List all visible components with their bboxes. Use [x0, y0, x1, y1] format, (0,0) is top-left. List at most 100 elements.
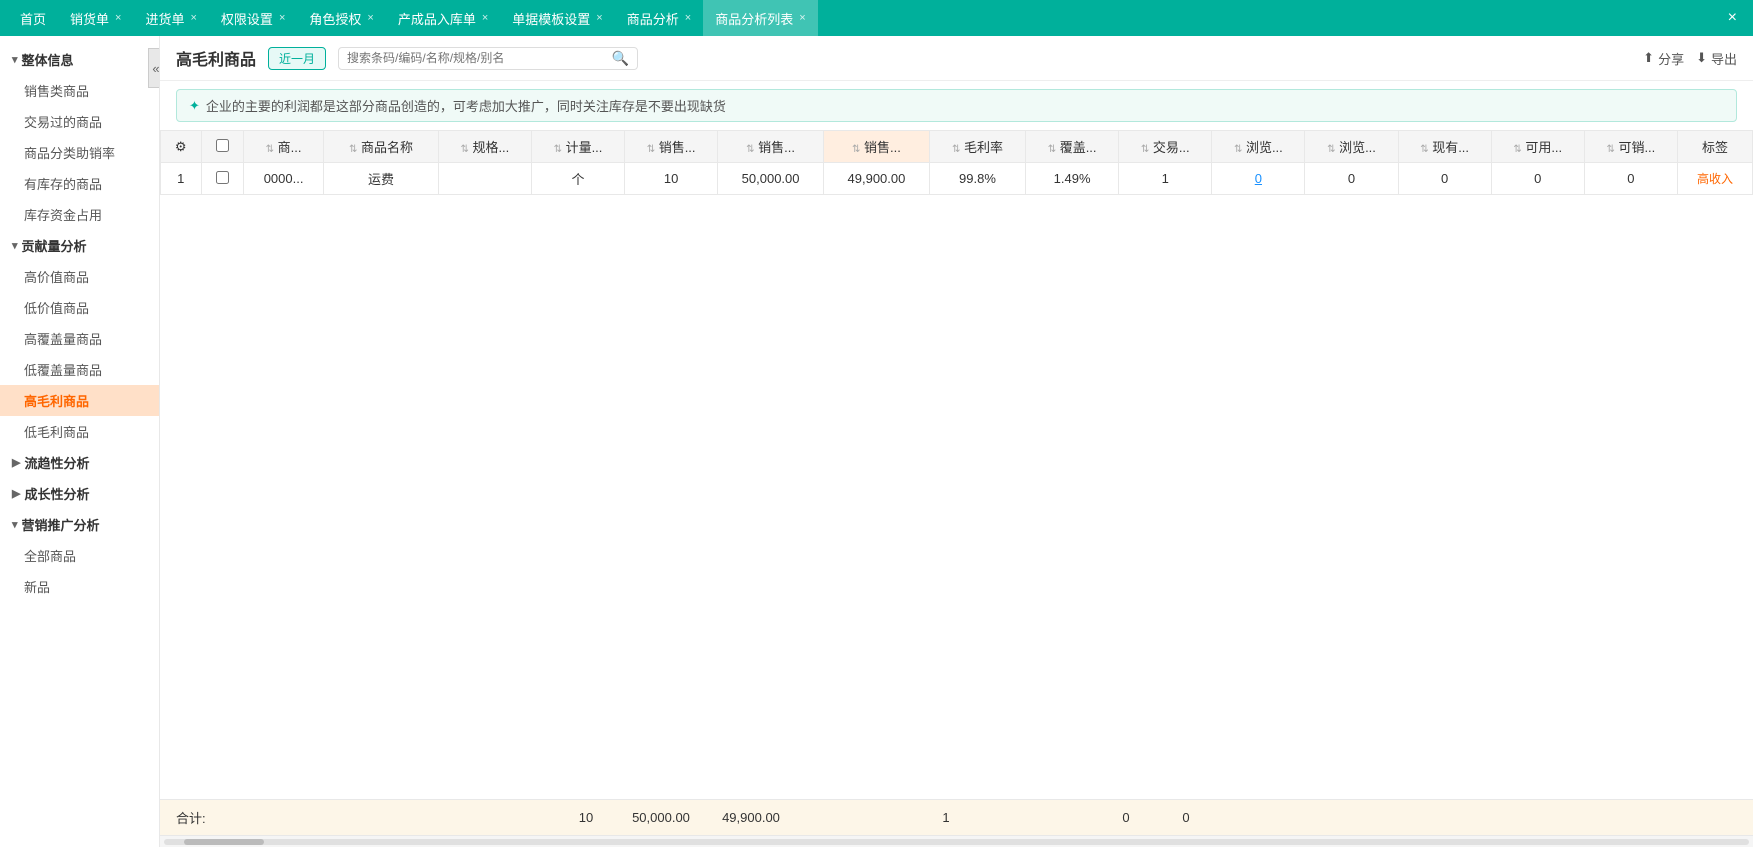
- col-browse2[interactable]: ⇅ 浏览...: [1305, 131, 1398, 163]
- share-button[interactable]: ⬆ 分享: [1643, 49, 1684, 68]
- cell-sellable-stock: 0: [1584, 163, 1677, 195]
- col-current-stock[interactable]: ⇅ 现有...: [1398, 131, 1491, 163]
- arrow-icon-2: ▾: [12, 239, 18, 252]
- nav-tab-template[interactable]: 单据模板设置 ×: [500, 0, 614, 36]
- sidebar-item-low-coverage[interactable]: 低覆盖量商品: [0, 354, 159, 385]
- data-table: ⚙ ⇅ 商... ⇅ 商品名称 ⇅ 规格... ⇅ 计量... ⇅ 销售... …: [160, 130, 1753, 195]
- sidebar-item-all-goods[interactable]: 全部商品: [0, 540, 159, 571]
- close-analysis-list-tab[interactable]: ×: [799, 12, 805, 24]
- main-layout: ▾ 整体信息 销售类商品 交易过的商品 商品分类助销率 有库存的商品 库存资金占…: [0, 36, 1753, 847]
- footer-trade: 1: [916, 810, 976, 825]
- footer-spacer5: [496, 810, 556, 825]
- horizontal-scrollbar[interactable]: [160, 835, 1753, 847]
- time-filter-button[interactable]: 近一月: [268, 47, 326, 70]
- cell-spec: [438, 163, 531, 195]
- cell-sales-amount: 50,000.00: [718, 163, 824, 195]
- sidebar-item-in-stock[interactable]: 有库存的商品: [0, 168, 159, 199]
- scrollbar-thumb[interactable]: [184, 839, 264, 845]
- sidebar-item-low-value[interactable]: 低价值商品: [0, 292, 159, 323]
- footer-spacer6: [796, 810, 856, 825]
- col-checkbox[interactable]: [201, 131, 243, 163]
- cell-browse1[interactable]: 0: [1212, 163, 1305, 195]
- sidebar-group-growth[interactable]: ▶ 成长性分析: [0, 478, 159, 509]
- sidebar-group-marketing[interactable]: ▾ 营销推广分析: [0, 509, 159, 540]
- col-sales-qty[interactable]: ⇅ 销售...: [625, 131, 718, 163]
- row-checkbox[interactable]: [216, 171, 229, 184]
- nav-tab-sales[interactable]: 销货单 ×: [58, 0, 133, 36]
- close-roles-tab[interactable]: ×: [367, 12, 373, 24]
- col-spec[interactable]: ⇅ 规格...: [438, 131, 531, 163]
- sidebar-item-new-goods[interactable]: 新品: [0, 571, 159, 602]
- footer-spacer1: [236, 810, 276, 825]
- sidebar-item-category-rate[interactable]: 商品分类助销率: [0, 137, 159, 168]
- cell-name: 运费: [324, 163, 439, 195]
- cell-checkbox[interactable]: [201, 163, 243, 195]
- search-icon[interactable]: 🔍: [612, 50, 629, 67]
- cell-index: 1: [161, 163, 202, 195]
- sidebar-item-sales-goods[interactable]: 销售类商品: [0, 75, 159, 106]
- col-gross-margin[interactable]: ⇅ 毛利率: [929, 131, 1025, 163]
- nav-tab-purchase[interactable]: 进货单 ×: [133, 0, 208, 36]
- close-inbound-tab[interactable]: ×: [482, 12, 488, 24]
- nav-tab-roles[interactable]: 角色授权 ×: [297, 0, 385, 36]
- page-title: 高毛利商品: [176, 46, 256, 70]
- footer-spacer4: [436, 810, 496, 825]
- data-table-container[interactable]: ⚙ ⇅ 商... ⇅ 商品名称 ⇅ 规格... ⇅ 计量... ⇅ 销售... …: [160, 130, 1753, 799]
- sidebar-group-overview[interactable]: ▾ 整体信息: [0, 44, 159, 75]
- sidebar-item-low-margin[interactable]: 低毛利商品: [0, 416, 159, 447]
- close-sales-tab[interactable]: ×: [115, 12, 121, 24]
- sidebar-item-stock-capital[interactable]: 库存资金占用: [0, 199, 159, 230]
- cell-code[interactable]: 0000...: [243, 163, 323, 195]
- col-available-stock[interactable]: ⇅ 可用...: [1491, 131, 1584, 163]
- col-sales-cost[interactable]: ⇅ 销售...: [824, 131, 930, 163]
- footer-sales-qty: 10: [556, 810, 616, 825]
- arrow-icon-4: ▶: [12, 487, 20, 500]
- window-close-button[interactable]: ×: [1720, 9, 1745, 27]
- scrollbar-track[interactable]: [164, 839, 1749, 845]
- col-settings[interactable]: ⚙: [161, 131, 202, 163]
- export-icon: ⬇: [1696, 50, 1707, 66]
- close-purchase-tab[interactable]: ×: [190, 12, 196, 24]
- col-sales-amount[interactable]: ⇅ 销售...: [718, 131, 824, 163]
- col-sellable-stock[interactable]: ⇅ 可销...: [1584, 131, 1677, 163]
- export-button[interactable]: ⬇ 导出: [1696, 49, 1737, 68]
- sidebar-item-high-value[interactable]: 高价值商品: [0, 261, 159, 292]
- sidebar-item-high-coverage[interactable]: 高覆盖量商品: [0, 323, 159, 354]
- nav-tab-analysis[interactable]: 商品分析 ×: [615, 0, 703, 36]
- footer-spacer2: [276, 810, 336, 825]
- arrow-icon: ▾: [12, 53, 18, 66]
- arrow-icon-3: ▶: [12, 456, 20, 469]
- footer-sales-amount: 50,000.00: [616, 810, 706, 825]
- col-trade[interactable]: ⇅ 交易...: [1119, 131, 1212, 163]
- col-code[interactable]: ⇅ 商...: [243, 131, 323, 163]
- share-icon: ⬆: [1643, 50, 1654, 66]
- select-all-checkbox[interactable]: [216, 139, 229, 152]
- nav-tab-inbound[interactable]: 产成品入库单 ×: [386, 0, 500, 36]
- nav-tab-home[interactable]: 首页: [8, 0, 58, 36]
- sidebar-item-high-margin[interactable]: 高毛利商品: [0, 385, 159, 416]
- info-icon: ✦: [189, 98, 200, 114]
- search-input[interactable]: [347, 51, 608, 65]
- footer-total: 合计: 10 50,000.00 49,900.00 1 0 0: [160, 799, 1753, 835]
- col-tag[interactable]: 标签: [1677, 131, 1752, 163]
- cell-unit: 个: [531, 163, 624, 195]
- footer-spacer8: [976, 810, 1036, 825]
- content-header: 高毛利商品 近一月 🔍 ⬆ 分享 ⬇ 导出: [160, 36, 1753, 81]
- footer-available-stock: 0: [1156, 810, 1216, 825]
- col-name[interactable]: ⇅ 商品名称: [324, 131, 439, 163]
- info-banner: ✦ 企业的主要的利润都是这部分商品创造的，可考虑加大推广，同时关注库存是不要出现…: [176, 89, 1737, 122]
- sidebar-item-traded-goods[interactable]: 交易过的商品: [0, 106, 159, 137]
- total-label: 合计:: [176, 808, 236, 827]
- close-permissions-tab[interactable]: ×: [279, 12, 285, 24]
- nav-tab-analysis-list[interactable]: 商品分析列表 ×: [703, 0, 817, 36]
- col-coverage[interactable]: ⇅ 覆盖...: [1026, 131, 1119, 163]
- sidebar-group-trend[interactable]: ▶ 流趋性分析: [0, 447, 159, 478]
- sidebar-collapse-button[interactable]: «: [148, 48, 160, 88]
- sidebar-group-contribution[interactable]: ▾ 贡献量分析: [0, 230, 159, 261]
- close-analysis-tab[interactable]: ×: [685, 12, 691, 24]
- cell-sales-qty: 10: [625, 163, 718, 195]
- close-template-tab[interactable]: ×: [596, 12, 602, 24]
- col-unit[interactable]: ⇅ 计量...: [531, 131, 624, 163]
- nav-tab-permissions[interactable]: 权限设置 ×: [209, 0, 297, 36]
- col-browse1[interactable]: ⇅ 浏览...: [1212, 131, 1305, 163]
